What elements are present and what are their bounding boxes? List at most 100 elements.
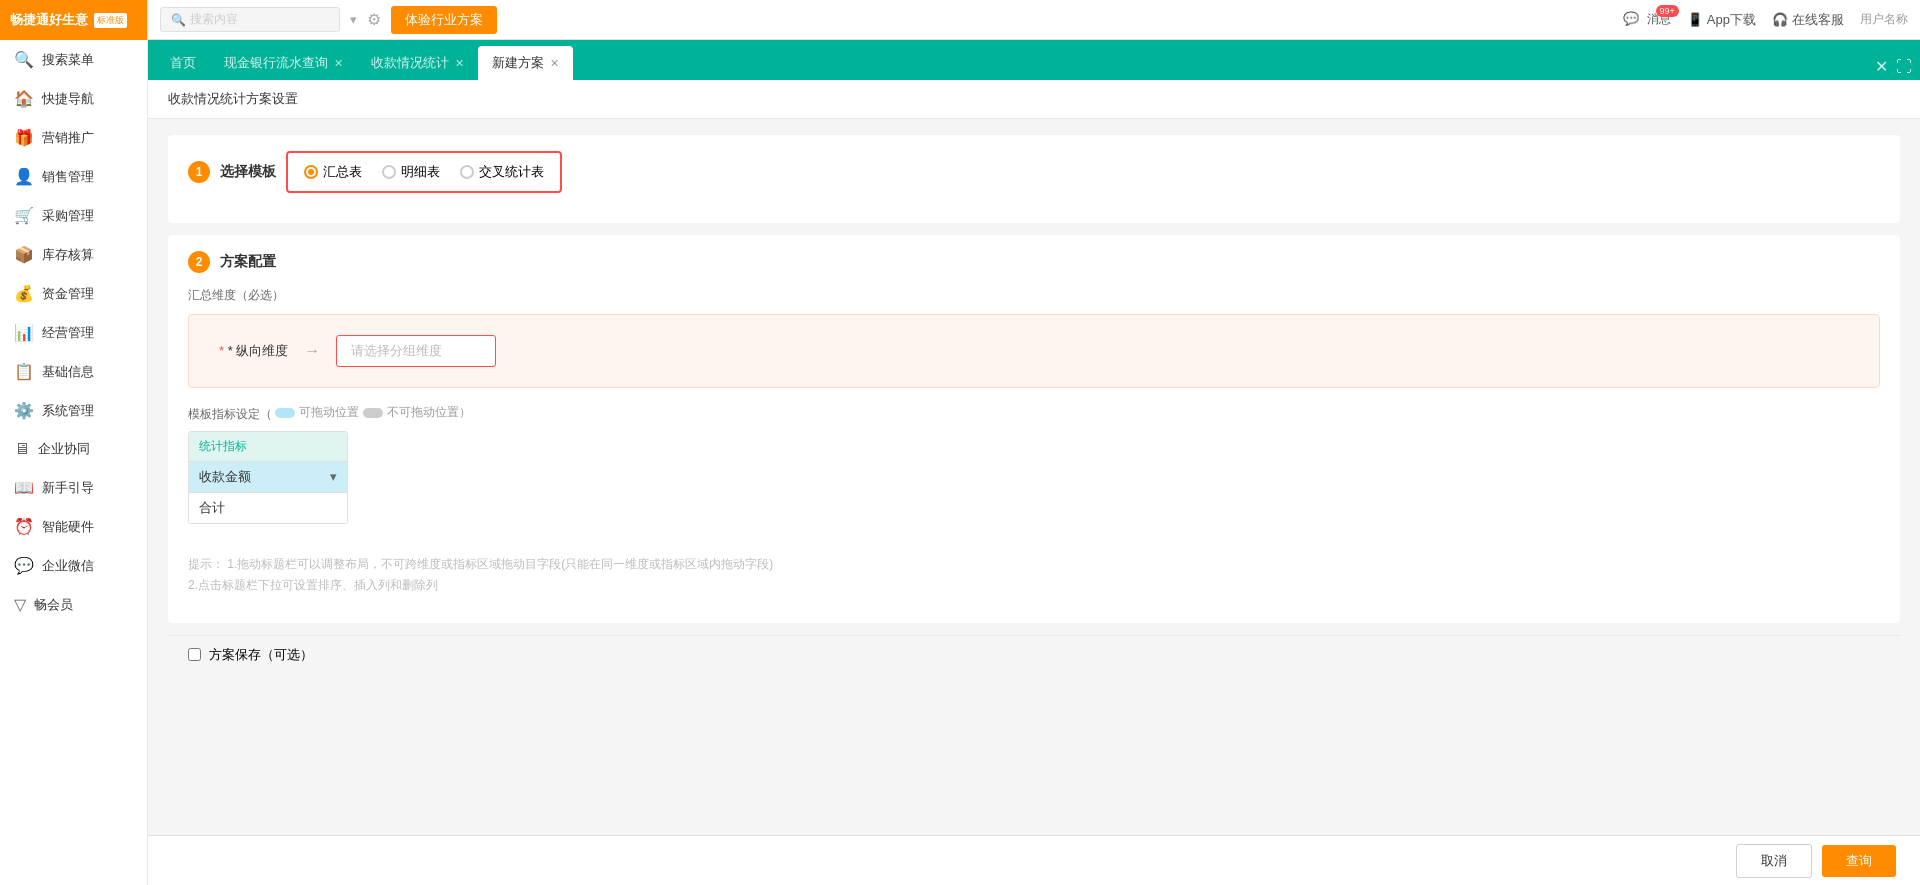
tip-1: 提示： 1.拖动标题栏可以调整布局，不可跨维度或指标区域拖动目字段(只能在同一维… — [188, 554, 1880, 576]
support-icon: 🎧 — [1772, 12, 1788, 27]
sidebar-item-label: 资金管理 — [42, 285, 94, 303]
tab-new-plan[interactable]: 新建方案 ✕ — [478, 46, 573, 80]
movable-dot-grey — [363, 408, 383, 418]
sidebar-item-marketing[interactable]: 🎁 营销推广 — [0, 118, 147, 157]
sidebar-item-sales[interactable]: 👤 销售管理 — [0, 157, 147, 196]
stats-chevron-icon[interactable]: ▾ — [330, 469, 337, 484]
sidebar-item-label: 销售管理 — [42, 168, 94, 186]
download-icon: 📱 — [1687, 12, 1703, 27]
unmovable-label: 不可拖动位置） — [387, 404, 471, 421]
online-support[interactable]: 🎧 在线客服 — [1772, 11, 1844, 29]
tab-bank[interactable]: 现金银行流水查询 ✕ — [210, 46, 357, 80]
stats-total-label: 合计 — [199, 500, 225, 515]
monitor-icon: 🖥 — [14, 440, 30, 458]
stats-header-row[interactable]: 收款金额 ▾ — [189, 462, 347, 493]
settings-icon[interactable]: ⚙ — [367, 10, 381, 29]
content-area: 收款情况统计方案设置 1 选择模板 汇总表 明细表 — [148, 80, 1920, 885]
dimension-select[interactable]: 请选择分组维度 — [336, 335, 496, 367]
radio-cross-label: 交叉统计表 — [479, 163, 544, 181]
dimension-area: * * 纵向维度 → 请选择分组维度 — [188, 314, 1880, 388]
sidebar-item-label: 快捷导航 — [42, 90, 94, 108]
metrics-section: 模板指标设定（ 可拖动位置 不可拖动位置） 统计指标 — [188, 404, 1880, 524]
sidebar-item-member[interactable]: ▽ 畅会员 — [0, 585, 147, 624]
tab-bar: 首页 现金银行流水查询 ✕ 收款情况统计 ✕ 新建方案 ✕ ✕ ⛶ — [148, 40, 1920, 80]
sidebar-item-label: 基础信息 — [42, 363, 94, 381]
step2-number: 2 — [188, 251, 210, 273]
topbar-right: 💬 99+ 消息 📱 App下载 🎧 在线客服 用户名称 — [1623, 11, 1908, 29]
tab-new-plan-close-icon[interactable]: ✕ — [550, 57, 559, 70]
radio-detail[interactable]: 明细表 — [382, 163, 440, 181]
radio-cross[interactable]: 交叉统计表 — [460, 163, 544, 181]
tab-stats[interactable]: 收款情况统计 ✕ — [357, 46, 478, 80]
sidebar-item-inventory[interactable]: 📦 库存核算 — [0, 235, 147, 274]
sidebar-item-label: 智能硬件 — [42, 518, 94, 536]
message-badge: 99+ — [1656, 5, 1679, 17]
cart-icon: 🛒 — [14, 206, 34, 225]
sidebar-item-finance[interactable]: 💰 资金管理 — [0, 274, 147, 313]
sidebar-item-label: 系统管理 — [42, 402, 94, 420]
sidebar-item-label: 新手引导 — [42, 479, 94, 497]
radio-btn-summary — [304, 165, 318, 179]
sidebar-item-nav[interactable]: 🏠 快捷导航 — [0, 79, 147, 118]
sidebar-item-label: 经营管理 — [42, 324, 94, 342]
chat-icon: 💬 — [14, 556, 34, 575]
member-icon: ▽ — [14, 595, 26, 614]
form-body: 1 选择模板 汇总表 明细表 交叉统计表 — [148, 119, 1920, 835]
footer-save: 方案保存（可选） — [168, 635, 1900, 674]
sidebar-item-label: 库存核算 — [42, 246, 94, 264]
dropdown-chevron-icon[interactable]: ▾ — [350, 12, 357, 27]
sidebar-item-label: 企业协同 — [38, 440, 90, 458]
sidebar-item-purchase[interactable]: 🛒 采购管理 — [0, 196, 147, 235]
sidebar-logo: 畅捷通好生意 标准版 — [0, 0, 147, 40]
tab-home[interactable]: 首页 — [156, 46, 210, 80]
money-icon: 💰 — [14, 284, 34, 303]
step1-section: 1 选择模板 汇总表 明细表 交叉统计表 — [168, 135, 1900, 223]
sidebar-item-search[interactable]: 🔍 搜索菜单 — [0, 40, 147, 79]
sidebar-item-basic-info[interactable]: 📋 基础信息 — [0, 352, 147, 391]
sidebar-item-label: 畅会员 — [34, 596, 73, 614]
tab-stats-close-icon[interactable]: ✕ — [455, 57, 464, 70]
search-icon: 🔍 — [171, 13, 186, 27]
step1-header: 1 选择模板 汇总表 明细表 交叉统计表 — [188, 151, 1880, 193]
sidebar-item-guide[interactable]: 📖 新手引导 — [0, 468, 147, 507]
message-icon: 💬 — [1623, 11, 1639, 26]
step2-section: 2 方案配置 汇总维度（必选） * * 纵向维度 → 请选择分组维度 — [168, 235, 1900, 623]
search-icon: 🔍 — [14, 50, 34, 69]
save-checkbox[interactable] — [188, 648, 201, 661]
box-icon: 📦 — [14, 245, 34, 264]
sidebar-item-wechat[interactable]: 💬 企业微信 — [0, 546, 147, 585]
cancel-button[interactable]: 取消 — [1736, 844, 1812, 878]
tab-home-label: 首页 — [170, 54, 196, 72]
stats-header-label: 收款金额 — [199, 468, 251, 486]
app-download[interactable]: 📱 App下载 — [1687, 11, 1756, 29]
query-button[interactable]: 查询 — [1822, 845, 1896, 877]
movable-dot-blue — [275, 408, 295, 418]
sidebar-item-management[interactable]: 📊 经营管理 — [0, 313, 147, 352]
window-maximize-icon[interactable]: ⛶ — [1896, 58, 1912, 76]
book-icon: 📖 — [14, 478, 34, 497]
step1-number: 1 — [188, 161, 210, 183]
chart-icon: 📊 — [14, 323, 34, 342]
radio-summary[interactable]: 汇总表 — [304, 163, 362, 181]
sidebar-item-system[interactable]: ⚙️ 系统管理 — [0, 391, 147, 430]
tab-new-plan-label: 新建方案 — [492, 54, 544, 72]
tab-bank-close-icon[interactable]: ✕ — [334, 57, 343, 70]
trial-button[interactable]: 体验行业方案 — [391, 6, 497, 34]
stats-section-label: 统计指标 — [199, 438, 247, 455]
gear-icon: ⚙️ — [14, 401, 34, 420]
tip-2: 2.点击标题栏下拉可设置排序、插入列和删除列 — [188, 575, 1880, 597]
logo-badge: 标准版 — [94, 13, 127, 28]
search-box[interactable]: 🔍 搜索内容 — [160, 7, 340, 32]
support-label: 在线客服 — [1792, 11, 1844, 29]
sidebar-item-collab[interactable]: 🖥 企业协同 — [0, 430, 147, 468]
step1-title: 选择模板 — [220, 163, 276, 181]
gift-icon: 🎁 — [14, 128, 34, 147]
radio-btn-cross — [460, 165, 474, 179]
sidebar-item-hardware[interactable]: ⏰ 智能硬件 — [0, 507, 147, 546]
home-icon: 🏠 — [14, 89, 34, 108]
messages-area[interactable]: 💬 99+ 消息 — [1623, 11, 1671, 28]
arrow-icon: → — [304, 342, 320, 360]
page-title: 收款情况统计方案设置 — [148, 80, 1920, 119]
tab-bank-label: 现金银行流水查询 — [224, 54, 328, 72]
window-close-icon[interactable]: ✕ — [1875, 57, 1888, 76]
